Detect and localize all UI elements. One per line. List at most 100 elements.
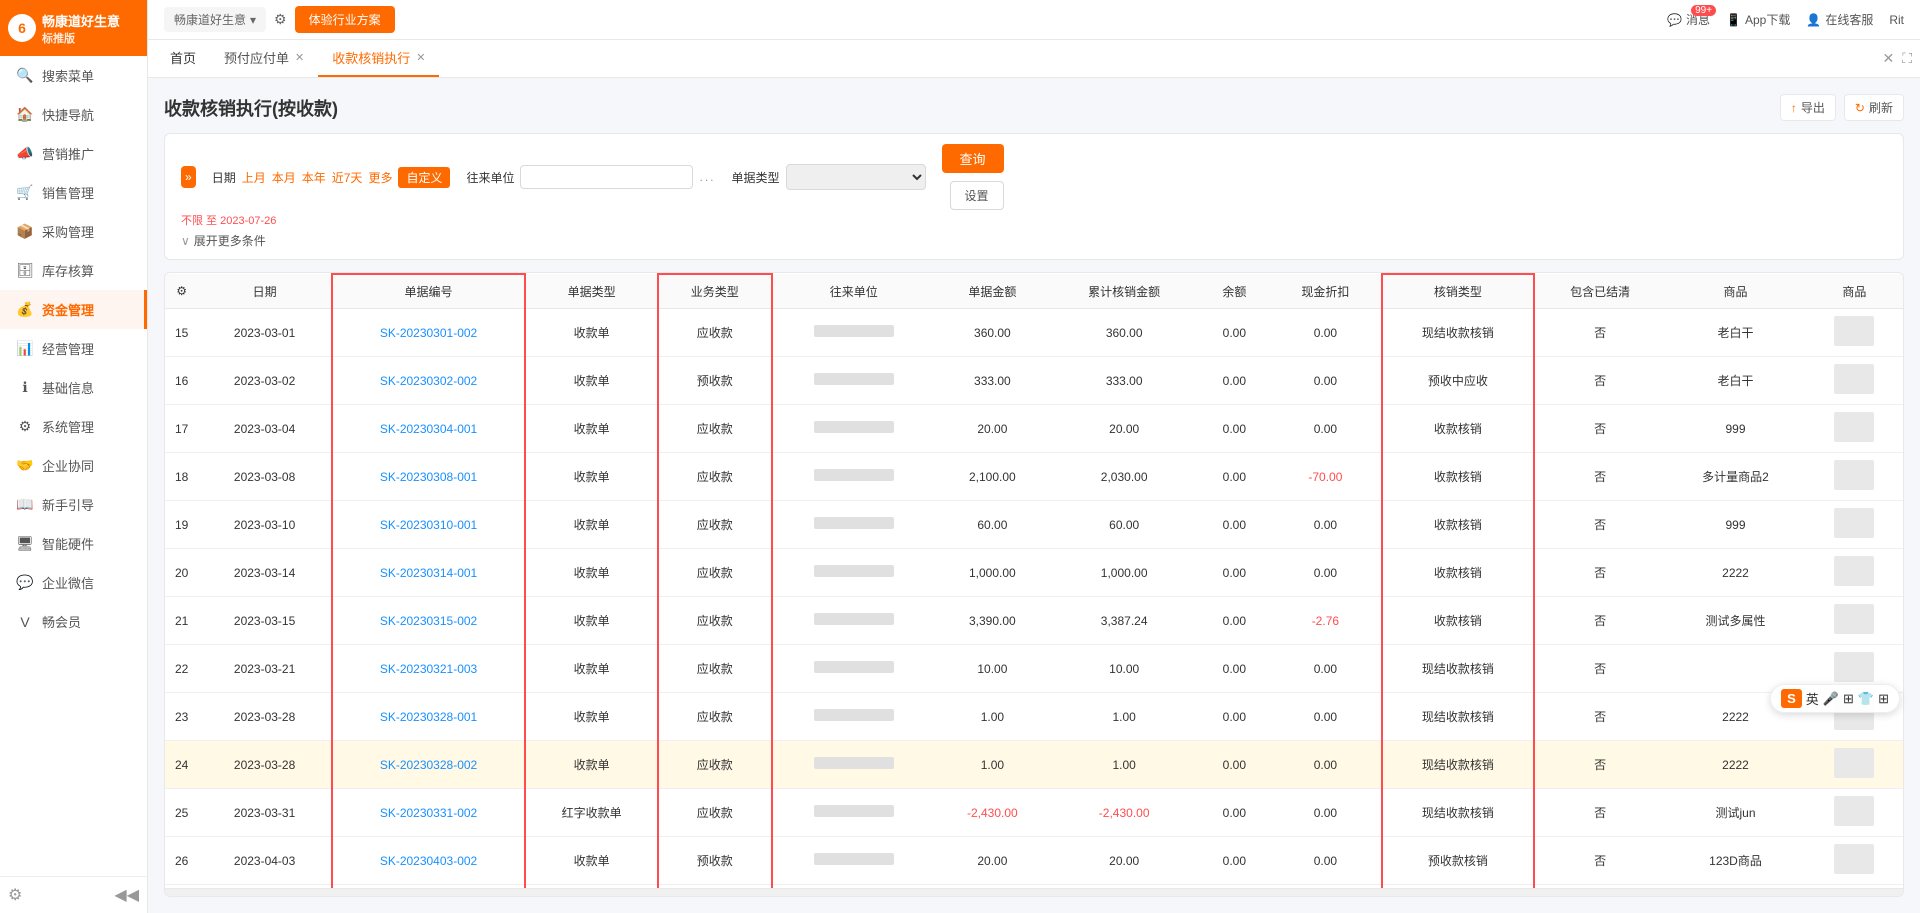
tab-close-receipt[interactable]: ✕ (416, 51, 425, 64)
tab-close-all-icon[interactable]: ✕ (1882, 50, 1894, 67)
last7-link[interactable]: 近7天 (332, 169, 363, 186)
sidebar-item-quicknav[interactable]: 🏠 快捷导航 (0, 95, 147, 134)
online-service-button[interactable]: 👤 在线客服 (1806, 11, 1873, 28)
expand-conditions-btn[interactable]: ∨ 展开更多条件 (181, 232, 1887, 249)
collapse-icon[interactable]: ◀◀ (114, 885, 139, 905)
tab-close-prepay[interactable]: ✕ (295, 51, 304, 64)
notification-button[interactable]: 💬 消息 99+ (1667, 11, 1710, 28)
watermark-grid-icon: ⊞ (1843, 691, 1854, 707)
bill-no-link[interactable]: SK-20230321-003 (380, 662, 477, 676)
bill-no-link[interactable]: SK-20230403-002 (380, 854, 477, 868)
this-year-link[interactable]: 本年 (302, 169, 326, 186)
sidebar-item-system[interactable]: ⚙ 系统管理 (0, 407, 147, 446)
table-scroll-area[interactable]: ⚙ 日期 单据编号 单据类型 业务类型 往来单位 单据金额 累计核销金额 余额 … (165, 273, 1903, 888)
cell-amount: 2,100.00 (935, 453, 1050, 501)
settings-footer-icon[interactable]: ⚙ (8, 885, 22, 905)
this-month-link[interactable]: 本月 (272, 169, 296, 186)
cell-balance: 0.00 (1199, 549, 1270, 597)
settings-button[interactable]: 设置 (950, 181, 1004, 210)
tab-prepay[interactable]: 预付应付单 ✕ (210, 40, 318, 77)
bill-no-link[interactable]: SK-20230304-001 (380, 422, 477, 436)
sidebar-item-member[interactable]: V 畅会员 (0, 602, 147, 641)
th-settings[interactable]: ⚙ (165, 274, 198, 309)
cell-date: 2023-03-14 (198, 549, 331, 597)
data-table: ⚙ 日期 单据编号 单据类型 业务类型 往来单位 单据金额 累计核销金额 余额 … (165, 273, 1903, 888)
bill-no-link[interactable]: SK-20230301-002 (380, 326, 477, 340)
th-goods2: 商品 (1806, 274, 1903, 309)
cell-partner (772, 645, 936, 693)
column-settings-icon[interactable]: ⚙ (176, 284, 187, 298)
topbar-gear-icon[interactable]: ⚙ (274, 11, 287, 28)
table-row[interactable]: 26 2023-04-03 SK-20230403-002 收款单 预收款 20… (165, 837, 1903, 885)
sidebar-item-sales[interactable]: 🛒 销售管理 (0, 173, 147, 212)
table-row[interactable]: 16 2023-03-02 SK-20230302-002 收款单 预收款 33… (165, 357, 1903, 405)
cell-no: 19 (165, 501, 198, 549)
table-row[interactable]: 22 2023-03-21 SK-20230321-003 收款单 应收款 10… (165, 645, 1903, 693)
bill-no-link[interactable]: SK-20230328-001 (380, 710, 477, 724)
industry-solution-button[interactable]: 体验行业方案 (295, 6, 395, 33)
bill-type-select[interactable] (786, 164, 926, 190)
table-row[interactable]: 17 2023-03-04 SK-20230304-001 收款单 应收款 20… (165, 405, 1903, 453)
tab-home[interactable]: 首页 (156, 40, 210, 77)
cell-partner (772, 789, 936, 837)
company-dropdown[interactable]: 畅康道好生意 ▾ (164, 7, 266, 32)
filter-partner-item: 往来单位 ... (466, 165, 715, 189)
sidebar-item-marketing[interactable]: 📣 营销推广 (0, 134, 147, 173)
cell-goods: 测试jun (1665, 789, 1805, 837)
custom-date-btn[interactable]: 自定义 (398, 167, 450, 188)
sidebar-item-inventory[interactable]: 🗄 库存核算 (0, 251, 147, 290)
bill-no-link[interactable]: SK-20230315-002 (380, 614, 477, 628)
table-row[interactable]: 18 2023-03-08 SK-20230308-001 收款单 应收款 2,… (165, 453, 1903, 501)
table-row[interactable]: 24 2023-03-28 SK-20230328-002 收款单 应收款 1.… (165, 741, 1903, 789)
refresh-button[interactable]: ↻ 刷新 (1844, 94, 1904, 121)
sidebar-item-hardware[interactable]: 🖥 智能硬件 (0, 524, 147, 563)
table-row[interactable]: 19 2023-03-10 SK-20230310-001 收款单 应收款 60… (165, 501, 1903, 549)
cell-bill-no: SK-20230310-001 (332, 501, 525, 549)
bill-no-link[interactable]: SK-20230314-001 (380, 566, 477, 580)
tab-maximize-icon[interactable]: ⛶ (1902, 50, 1912, 67)
bill-no-link[interactable]: SK-20230308-001 (380, 470, 477, 484)
sidebar-item-collab[interactable]: 🤝 企业协同 (0, 446, 147, 485)
table-row[interactable]: 15 2023-03-01 SK-20230301-002 收款单 应收款 36… (165, 309, 1903, 357)
cell-bill-type: 收款单 (525, 741, 658, 789)
more-link[interactable]: 更多 (368, 169, 392, 186)
tab-receipt[interactable]: 收款核销执行 ✕ (318, 40, 439, 77)
cell-cash-discount: 0.00 (1270, 693, 1382, 741)
bill-no-link[interactable]: SK-20230328-002 (380, 758, 477, 772)
cell-include-settled: 否 (1534, 501, 1665, 549)
query-button[interactable]: 查询 (942, 144, 1004, 173)
app-icon: 📱 (1726, 13, 1741, 27)
last-month-link[interactable]: 上月 (242, 169, 266, 186)
table-row[interactable]: 23 2023-03-28 SK-20230328-001 收款单 应收款 1.… (165, 693, 1903, 741)
cell-accumulated: 60.00 (1050, 501, 1199, 549)
bill-no-link[interactable]: SK-20230331-002 (380, 806, 477, 820)
hardware-icon: 🖥 (16, 535, 34, 552)
sidebar-item-basic[interactable]: ℹ 基础信息 (0, 368, 147, 407)
cell-goods: 老白干 (1665, 309, 1805, 357)
table-row[interactable]: 25 2023-03-31 SK-20230331-002 红字收款单 应收款 … (165, 789, 1903, 837)
bill-no-link[interactable]: SK-20230302-002 (380, 374, 477, 388)
partner-input[interactable] (520, 165, 693, 189)
bill-no-link[interactable]: SK-20230310-001 (380, 518, 477, 532)
sidebar-item-purchase[interactable]: 📦 采购管理 (0, 212, 147, 251)
member-icon: V (16, 614, 34, 630)
horizontal-scrollbar[interactable] (165, 888, 1903, 896)
cell-accumulated: -2,430.00 (1050, 789, 1199, 837)
cell-bill-type: 收款单 (525, 837, 658, 885)
filter-expand-btn[interactable]: » (181, 166, 196, 188)
table-row[interactable]: 20 2023-03-14 SK-20230314-001 收款单 应收款 1,… (165, 549, 1903, 597)
expand-arrows-icon: » (185, 170, 192, 184)
sidebar-item-finance[interactable]: 💰 资金管理 (0, 290, 147, 329)
export-button[interactable]: ↑ 导出 (1780, 94, 1836, 121)
sidebar-item-operation[interactable]: 📊 经营管理 (0, 329, 147, 368)
table-row[interactable]: 21 2023-03-15 SK-20230315-002 收款单 应收款 3,… (165, 597, 1903, 645)
app-download-button[interactable]: 📱 App下载 (1726, 11, 1790, 28)
sidebar-item-search[interactable]: 🔍 搜索菜单 (0, 56, 147, 95)
cell-bill-no: SK-20230304-001 (332, 405, 525, 453)
sidebar-item-wechat[interactable]: 💬 企业微信 (0, 563, 147, 602)
sidebar-item-label: 库存核算 (42, 261, 94, 280)
user-profile[interactable]: Rit (1889, 13, 1904, 27)
page-header: 收款核销执行(按收款) ↑ 导出 ↻ 刷新 (164, 94, 1904, 121)
cell-partner (772, 741, 936, 789)
sidebar-item-guide[interactable]: 📖 新手引导 (0, 485, 147, 524)
